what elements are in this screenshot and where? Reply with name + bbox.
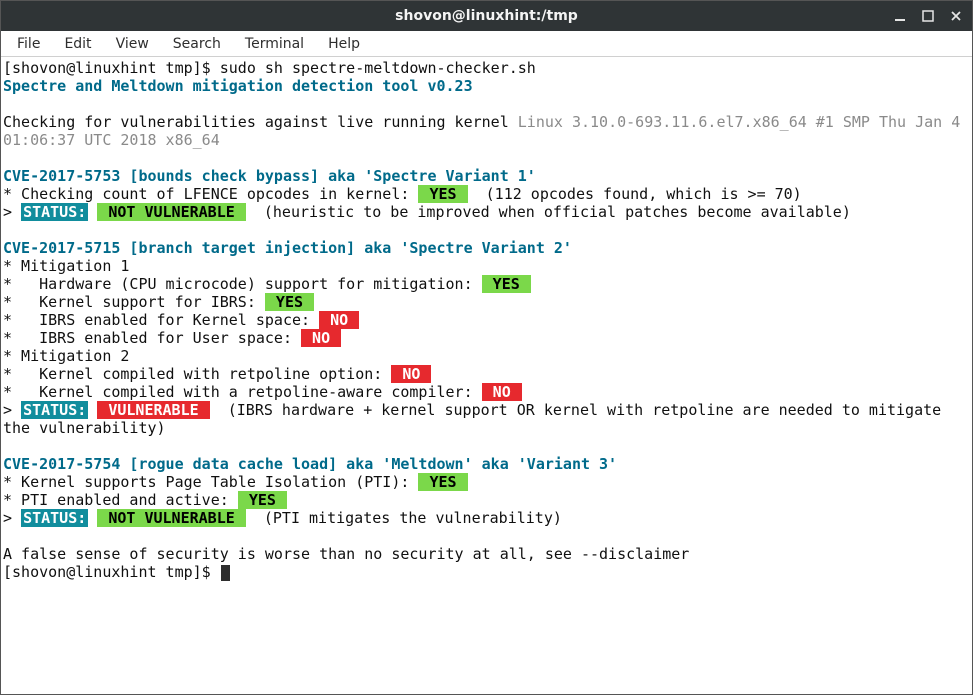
window-titlebar: shovon@linuxhint:/tmp (1, 1, 972, 31)
cve2-retpc-line: * Kernel compiled with a retpoline-aware… (3, 383, 970, 401)
cve2-ibrs-u-pre: * IBRS enabled for User space: (3, 329, 301, 347)
cve2-ibrs-k-pre: * IBRS enabled for Kernel space: (3, 311, 319, 329)
status-prefix: > (3, 203, 21, 221)
status-prefix: > (3, 509, 21, 527)
prompt-line-1: [shovon@linuxhint tmp]$ sudo sh spectre-… (3, 59, 970, 77)
menubar: File Edit View Search Terminal Help (1, 31, 972, 57)
blank-line (3, 149, 970, 167)
cve3-pti-line: * Kernel supports Page Table Isolation (… (3, 473, 970, 491)
cve1-lfence-pre: * Checking count of LFENCE opcodes in ke… (3, 185, 418, 203)
cursor-icon (221, 565, 230, 581)
minimize-button[interactable] (892, 8, 908, 24)
blank-line (3, 437, 970, 455)
yes-badge: YES (265, 293, 314, 311)
cve3-header: CVE-2017-5754 [rogue data cache load] ak… (3, 455, 970, 473)
kernel-check-line: Checking for vulnerabilities against liv… (3, 113, 970, 149)
cve1-status-line: > STATUS: NOT VULNERABLE (heuristic to b… (3, 203, 970, 221)
cve2-ibrs-user-line: * IBRS enabled for User space: NO (3, 329, 970, 347)
yes-badge: YES (482, 275, 531, 293)
cve1-lfence-line: * Checking count of LFENCE opcodes in ke… (3, 185, 970, 203)
yes-badge: YES (418, 185, 467, 203)
cve1-lfence-post: (112 opcodes found, which is >= 70) (468, 185, 802, 203)
cve2-ibrs-line: * Kernel support for IBRS: YES (3, 293, 970, 311)
cve3-pti-pre: * Kernel supports Page Table Isolation (… (3, 473, 418, 491)
prompt-text: [shovon@linuxhint tmp]$ (3, 59, 220, 77)
cve3-status-line: > STATUS: NOT VULNERABLE (PTI mitigates … (3, 509, 970, 527)
yes-badge: YES (418, 473, 467, 491)
not-vulnerable-badge: NOT VULNERABLE (97, 509, 246, 527)
cve2-hw-pre: * Hardware (CPU microcode) support for m… (3, 275, 482, 293)
cve2-retpc-pre: * Kernel compiled with a retpoline-aware… (3, 383, 482, 401)
no-badge: NO (301, 329, 341, 347)
cve2-ibrs-pre: * Kernel support for IBRS: (3, 293, 265, 311)
cve2-ibrs-kernel-line: * IBRS enabled for Kernel space: NO (3, 311, 970, 329)
menu-edit[interactable]: Edit (54, 33, 101, 55)
terminal-window: shovon@linuxhint:/tmp File Edit View Sea… (0, 0, 973, 695)
cve1-status-post: (heuristic to be improved when official … (246, 203, 851, 221)
window-title: shovon@linuxhint:/tmp (89, 8, 884, 24)
blank-line (3, 527, 970, 545)
prompt-text: [shovon@linuxhint tmp]$ (3, 563, 220, 581)
status-prefix: > (3, 401, 21, 419)
cve1-header: CVE-2017-5753 [bounds check bypass] aka … (3, 167, 970, 185)
vulnerable-badge: VULNERABLE (97, 401, 209, 419)
maximize-button[interactable] (920, 8, 936, 24)
cve2-retp-pre: * Kernel compiled with retpoline option: (3, 365, 391, 383)
cve2-mit1: * Mitigation 1 (3, 257, 970, 275)
menu-search[interactable]: Search (163, 33, 231, 55)
not-vulnerable-badge: NOT VULNERABLE (97, 203, 246, 221)
cve2-status-line: > STATUS: VULNERABLE (IBRS hardware + ke… (3, 401, 970, 437)
menu-file[interactable]: File (7, 33, 50, 55)
menu-view[interactable]: View (106, 33, 159, 55)
kernel-check-prefix: Checking for vulnerabilities against liv… (3, 113, 518, 131)
disclaimer-line: A false sense of security is worse than … (3, 545, 970, 563)
cve3-pti-en-line: * PTI enabled and active: YES (3, 491, 970, 509)
cve2-hw-line: * Hardware (CPU microcode) support for m… (3, 275, 970, 293)
status-label: STATUS: (21, 509, 88, 527)
status-label: STATUS: (21, 401, 88, 419)
cve2-mit2: * Mitigation 2 (3, 347, 970, 365)
blank-line (3, 221, 970, 239)
prompt-line-2: [shovon@linuxhint tmp]$ (3, 563, 970, 581)
terminal-output[interactable]: [shovon@linuxhint tmp]$ sudo sh spectre-… (1, 57, 972, 694)
menu-terminal[interactable]: Terminal (235, 33, 314, 55)
window-controls (884, 8, 964, 24)
no-badge: NO (482, 383, 522, 401)
yes-badge: YES (238, 491, 287, 509)
no-badge: NO (319, 311, 359, 329)
cve3-status-post: (PTI mitigates the vulnerability) (246, 509, 562, 527)
blank-line (3, 95, 970, 113)
cve3-pti-en-pre: * PTI enabled and active: (3, 491, 238, 509)
command-text: sudo sh spectre-meltdown-checker.sh (220, 59, 536, 77)
cve2-header: CVE-2017-5715 [branch target injection] … (3, 239, 970, 257)
no-badge: NO (391, 365, 431, 383)
close-button[interactable] (948, 8, 964, 24)
cve2-retp-line: * Kernel compiled with retpoline option:… (3, 365, 970, 383)
menu-help[interactable]: Help (318, 33, 370, 55)
status-label: STATUS: (21, 203, 88, 221)
tool-header: Spectre and Meltdown mitigation detectio… (3, 77, 970, 95)
